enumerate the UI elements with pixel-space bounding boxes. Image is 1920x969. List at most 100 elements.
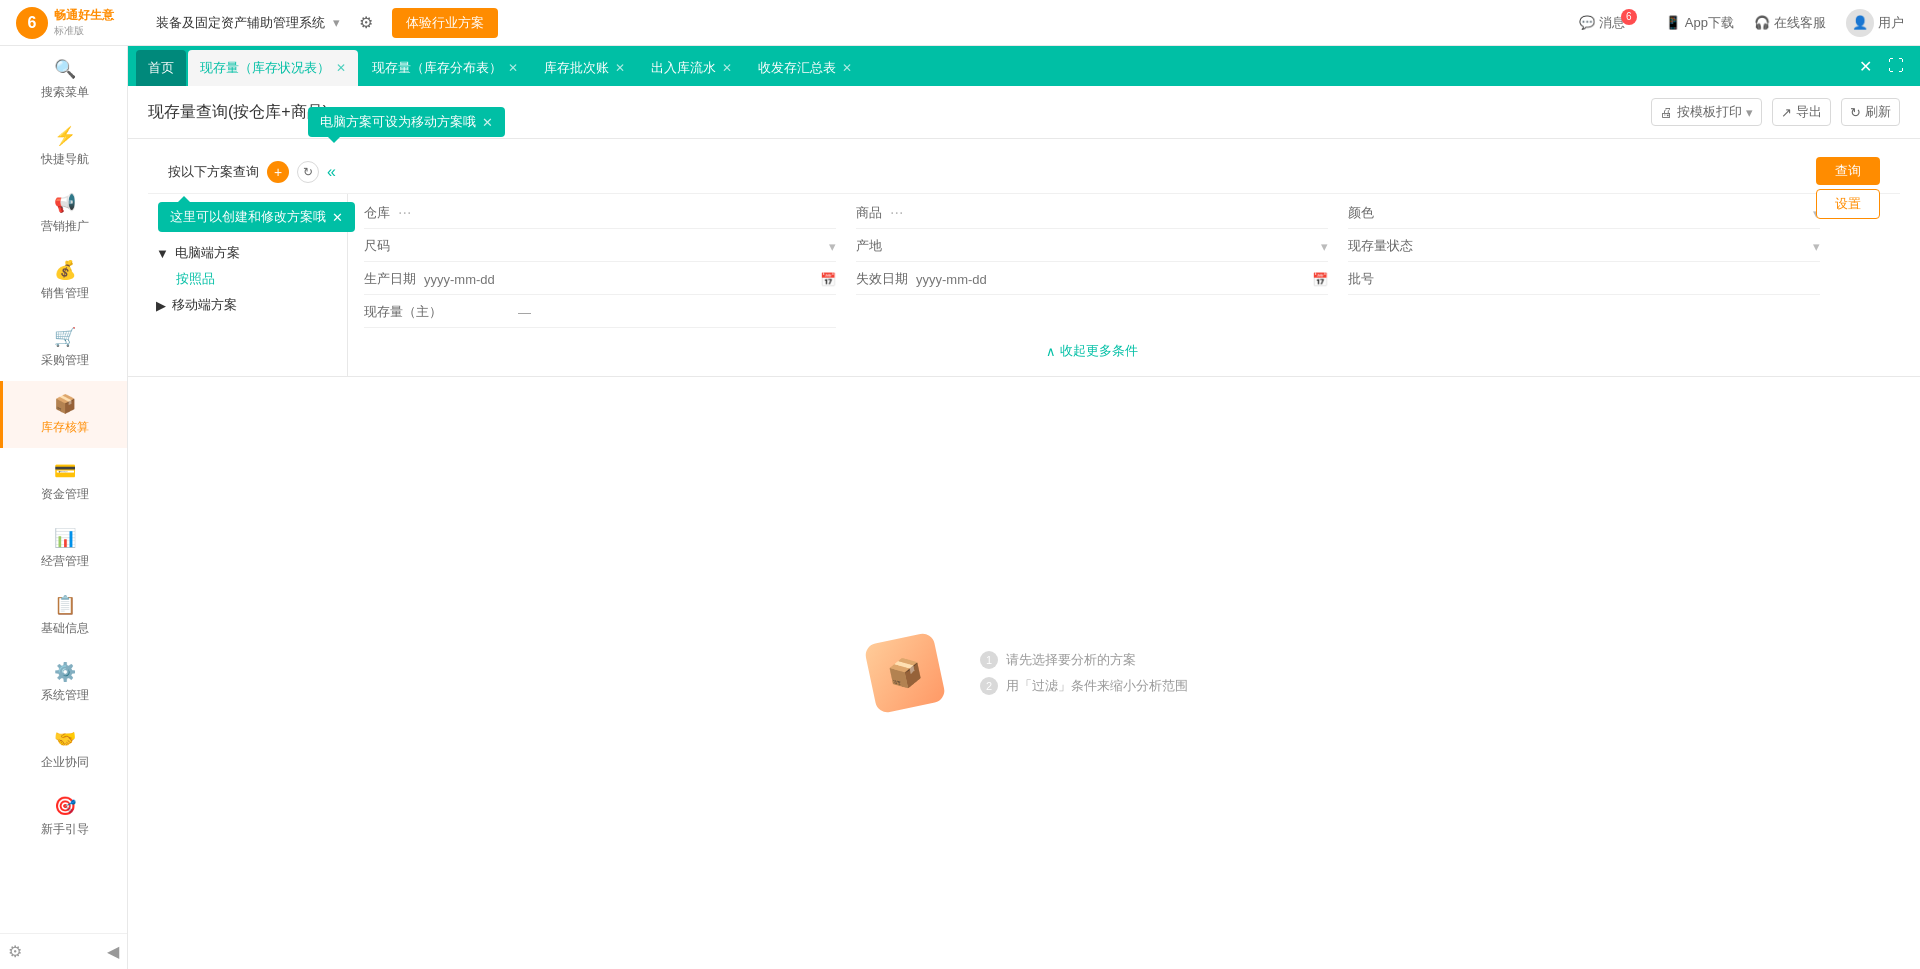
app-download-btn[interactable]: 📱 App下载 (1665, 14, 1734, 32)
field-origin: 产地 ▾ (856, 237, 1328, 262)
empty-step-2: 2 用「过滤」条件来缩小分析范围 (980, 673, 1188, 699)
search-icon: 🔍 (54, 58, 76, 80)
tab-batch-label: 库存批次账 (544, 59, 609, 77)
tooltip-close-icon-2[interactable]: ✕ (332, 210, 343, 225)
step-num-1: 1 (980, 651, 998, 669)
filter-header: 按以下方案查询 + ↻ « 电脑方案可设为移动方案哦 ✕ 查询 设置 (148, 151, 1900, 183)
page-title: 现存量查询(按仓库+商品) (148, 102, 328, 123)
collapse-bar[interactable]: ∧ 收起更多条件 (364, 336, 1820, 366)
origin-arrow-icon[interactable]: ▾ (1321, 239, 1328, 254)
sidebar-item-collab[interactable]: 🤝 企业协同 (0, 716, 127, 783)
print-arrow-icon: ▾ (1746, 105, 1753, 120)
filter-back-btn[interactable]: « (327, 163, 336, 181)
filter-add-btn[interactable]: + (267, 161, 289, 183)
scheme-label-product: 按照品 (176, 270, 215, 288)
empty-icon-area: 📦 (860, 623, 960, 723)
app-download-label: App下载 (1685, 14, 1734, 32)
tab-close-all-icon[interactable]: ✕ (1855, 53, 1876, 80)
color-label: 颜色 (1348, 204, 1374, 222)
tab-fullscreen-icon[interactable]: ⛶ (1884, 53, 1908, 79)
scheme-item-by-product[interactable]: 按照品 (148, 266, 347, 292)
export-btn[interactable]: ↗ 导出 (1772, 98, 1831, 126)
collapse-sidebar-icon[interactable]: ◀ (107, 942, 119, 961)
expire-date-input[interactable] (916, 272, 1304, 287)
tooltip-close-icon-1[interactable]: ✕ (482, 115, 493, 130)
money-icon: 💰 (54, 259, 76, 281)
refresh-btn[interactable]: ↻ 刷新 (1841, 98, 1900, 126)
top-bar: 6 畅通好生意 标准版 装备及固定资产辅助管理系统 ▾ ⚙ 体验行业方案 💬 消… (0, 0, 1920, 46)
sidebar-item-quick[interactable]: ⚡ 快捷导航 (0, 113, 127, 180)
stock-main-from[interactable] (450, 305, 510, 320)
sidebar-item-marketing[interactable]: 📢 营销推广 (0, 180, 127, 247)
print-btn[interactable]: 🖨 按模板打印 ▾ (1651, 98, 1762, 126)
scheme-item-desktop[interactable]: ▼ 电脑端方案 (148, 240, 347, 266)
scheme-label-mobile: 移动端方案 (172, 296, 237, 314)
origin-input[interactable] (890, 239, 1313, 254)
sidebar-item-inventory[interactable]: 📦 库存核算 (0, 381, 127, 448)
field-stock-status: 现存量状态 ▾ (1348, 237, 1820, 262)
sidebar-label-guide: 新手引导 (41, 821, 89, 838)
stock-main-to[interactable] (539, 305, 599, 320)
query-btn[interactable]: 查询 (1816, 157, 1880, 185)
stock-status-arrow-icon[interactable]: ▾ (1813, 239, 1820, 254)
refresh-icon: ↻ (1850, 105, 1861, 120)
sidebar-item-finance[interactable]: 💳 资金管理 (0, 448, 127, 515)
sidebar-item-guide[interactable]: 🎯 新手引导 (0, 783, 127, 850)
chart-icon: 📊 (54, 527, 76, 549)
calendar-icon-expire[interactable]: 📅 (1312, 272, 1328, 287)
scheme-item-mobile[interactable]: ▶ 移动端方案 (148, 292, 347, 318)
user-area[interactable]: 👤 用户 (1846, 9, 1904, 37)
message-btn[interactable]: 💬 消息 6 (1579, 14, 1645, 32)
chevron-down-icon[interactable]: ▾ (333, 15, 340, 30)
top-right: 💬 消息 6 📱 App下载 🎧 在线客服 👤 用户 (1579, 9, 1904, 37)
tab-close-icon-3[interactable]: ✕ (615, 61, 625, 75)
filter-refresh-btn[interactable]: ↻ (297, 161, 319, 183)
tooltip-text-1: 电脑方案可设为移动方案哦 (320, 113, 476, 131)
page-actions: 🖨 按模板打印 ▾ ↗ 导出 ↻ 刷新 (1651, 98, 1900, 126)
sidebar-item-basic[interactable]: 📋 基础信息 (0, 582, 127, 649)
tab-close-icon-2[interactable]: ✕ (508, 61, 518, 75)
tab-summary[interactable]: 收发存汇总表 ✕ (746, 50, 864, 86)
tab-batch[interactable]: 库存批次账 ✕ (532, 50, 637, 86)
settings-btn-filter[interactable]: 设置 (1816, 189, 1880, 219)
settings-bottom-icon[interactable]: ⚙ (8, 942, 22, 961)
tab-inventory-status-label: 现存量（库存状况表） (200, 59, 330, 77)
tab-close-icon-5[interactable]: ✕ (842, 61, 852, 75)
industry-btn[interactable]: 体验行业方案 (392, 8, 498, 38)
collapse-label: 收起更多条件 (1060, 342, 1138, 360)
settings-icon-btn[interactable]: ⚙ (352, 9, 380, 37)
sidebar-item-search[interactable]: 🔍 搜索菜单 (0, 46, 127, 113)
tab-summary-label: 收发存汇总表 (758, 59, 836, 77)
color-input[interactable] (1382, 206, 1805, 221)
sidebar-item-sales[interactable]: 💰 销售管理 (0, 247, 127, 314)
sidebar-label-inventory: 库存核算 (41, 419, 89, 436)
sidebar-label-collab: 企业协同 (41, 754, 89, 771)
size-input[interactable] (398, 239, 821, 254)
sidebar-label-system: 系统管理 (41, 687, 89, 704)
size-arrow-icon[interactable]: ▾ (829, 239, 836, 254)
field-expire-date: 失效日期 📅 (856, 270, 1328, 295)
tab-home[interactable]: 首页 (136, 50, 186, 86)
tab-flow[interactable]: 出入库流水 ✕ (639, 50, 744, 86)
sidebar-label-sales: 销售管理 (41, 285, 89, 302)
batch-input[interactable] (1382, 272, 1820, 287)
scheme-label-desktop: 电脑端方案 (175, 244, 240, 262)
export-icon: ↗ (1781, 105, 1792, 120)
megaphone-icon: 📢 (54, 192, 76, 214)
tab-inventory-status[interactable]: 现存量（库存状况表） ✕ (188, 50, 358, 86)
stock-main-label: 现存量（主） (364, 303, 442, 321)
field-size: 尺码 ▾ (364, 237, 836, 262)
prod-date-input[interactable] (424, 272, 812, 287)
tab-close-icon-4[interactable]: ✕ (722, 61, 732, 75)
tab-inventory-dist[interactable]: 现存量（库存分布表） ✕ (360, 50, 530, 86)
gear-icon: ⚙️ (54, 661, 76, 683)
online-service-btn[interactable]: 🎧 在线客服 (1754, 14, 1826, 32)
phone-icon: 📱 (1665, 15, 1681, 30)
stock-status-input[interactable] (1421, 239, 1805, 254)
calendar-icon-prod[interactable]: 📅 (820, 272, 836, 287)
tab-close-icon[interactable]: ✕ (336, 61, 346, 75)
goods-dots: ··· (890, 204, 1328, 222)
sidebar-item-system[interactable]: ⚙️ 系统管理 (0, 649, 127, 716)
sidebar-item-management[interactable]: 📊 经营管理 (0, 515, 127, 582)
sidebar-item-purchase[interactable]: 🛒 采购管理 (0, 314, 127, 381)
